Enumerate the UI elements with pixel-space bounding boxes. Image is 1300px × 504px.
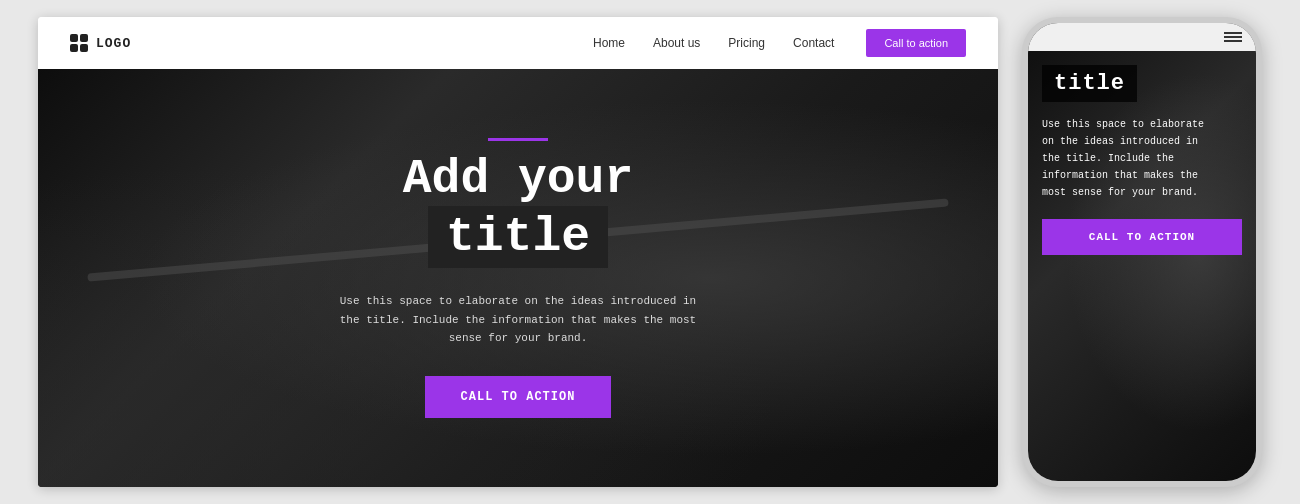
hero-content: Add your title Use this space to elabora… (38, 69, 998, 487)
mobile-notch (1028, 23, 1256, 51)
mobile-content: title Use this space to elaborate on the… (1028, 51, 1256, 481)
hero-cta-button[interactable]: CALL TO ACTION (425, 376, 612, 418)
mobile-body-text: Use this space to elaborate on the ideas… (1042, 116, 1212, 201)
hamburger-icon[interactable] (1224, 30, 1242, 44)
nav-item-pricing[interactable]: Pricing (728, 34, 765, 52)
hero-accent-line (488, 138, 548, 141)
logo-text: LOGO (96, 36, 131, 51)
nav-item-about[interactable]: About us (653, 34, 700, 52)
hero-body-text: Use this space to elaborate on the ideas… (338, 292, 698, 348)
mobile-cta-button[interactable]: CALL TO ACTION (1042, 219, 1242, 255)
nav-item-contact[interactable]: Contact (793, 34, 834, 52)
logo-grid-icon (70, 34, 88, 52)
nav-item-home[interactable]: Home (593, 34, 625, 52)
nav-links: Home About us Pricing Contact (593, 34, 834, 52)
mobile-title-box: title (1042, 65, 1137, 102)
nav-logo: LOGO (70, 34, 131, 52)
hero-title-line2: title (446, 210, 590, 264)
hero-title-box: title (428, 206, 608, 268)
navbar: LOGO Home About us Pricing Contact Call … (38, 17, 998, 69)
nav-cta-button[interactable]: Call to action (866, 29, 966, 57)
hero-section: Add your title Use this space to elabora… (38, 69, 998, 487)
hero-title-line1: Add your (403, 153, 633, 206)
mobile-mockup: title Use this space to elaborate on the… (1022, 17, 1262, 487)
mobile-title: title (1054, 71, 1125, 96)
desktop-mockup: LOGO Home About us Pricing Contact Call … (38, 17, 998, 487)
